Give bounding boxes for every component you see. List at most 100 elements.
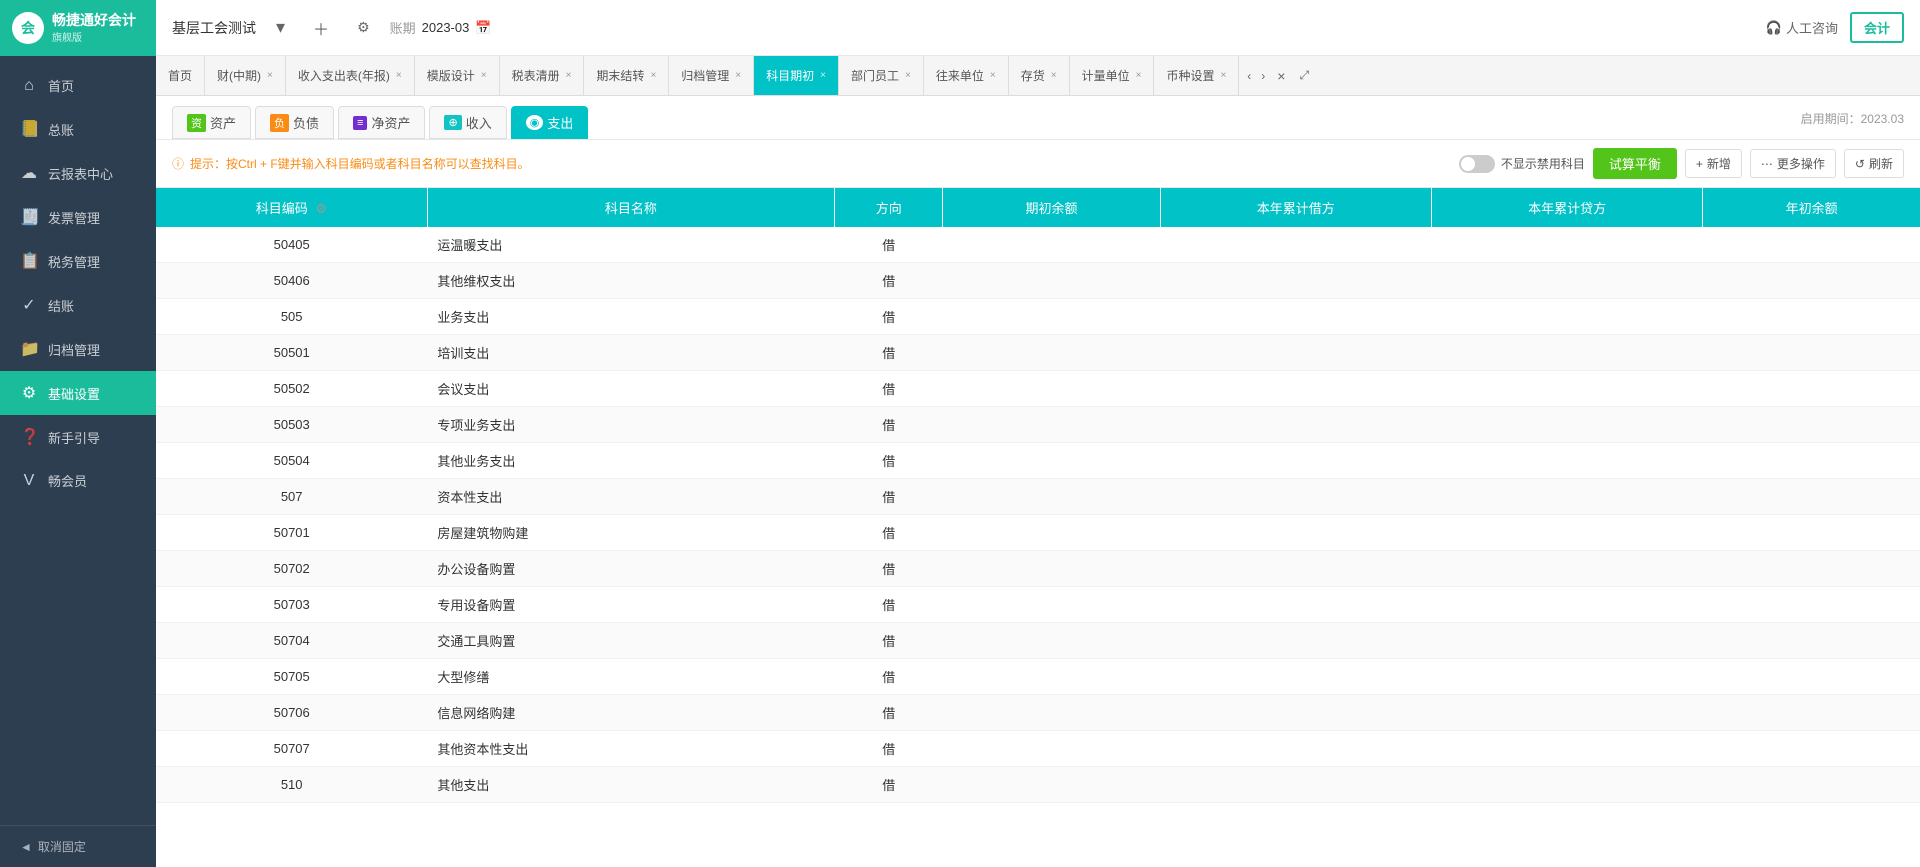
archive-icon: 📁 <box>20 339 38 359</box>
table-row[interactable]: 505 业务支出 借 <box>156 299 1920 335</box>
tab-annual[interactable]: 收入支出表(年报) × <box>286 56 415 96</box>
cell-credit-ytd <box>1431 515 1702 551</box>
tab-currency[interactable]: 币种设置 × <box>1154 56 1239 96</box>
tab-prev-button[interactable]: ‹ <box>1243 67 1255 85</box>
tab-currency-close[interactable]: × <box>1220 70 1226 81</box>
logo-name: 畅捷通好会计 <box>52 12 136 29</box>
cell-code: 50504 <box>156 443 427 479</box>
tab-period-end-close[interactable]: × <box>650 70 656 81</box>
table-row[interactable]: 50406 其他维权支出 借 <box>156 263 1920 299</box>
tab-template[interactable]: 模版设计 × <box>415 56 500 96</box>
table-row[interactable]: 50703 专用设备购置 借 <box>156 587 1920 623</box>
sidebar-item-ledger[interactable]: 📒 总账 <box>0 107 156 151</box>
sidebar-item-vip[interactable]: V 畅会员 <box>0 459 156 502</box>
topbar: 基层工会测试 ▾ ＋ ⚙ 账期 2023-03 📅 🎧 人工咨询 会计 <box>156 0 1920 56</box>
cell-debit-ytd <box>1160 263 1431 299</box>
tab-tax-close[interactable]: × <box>566 70 572 81</box>
column-settings-icon[interactable]: ⚙ <box>315 201 327 216</box>
tab-inventory-close[interactable]: × <box>1051 70 1057 81</box>
tab-subject-init[interactable]: 科目期初 × <box>754 56 839 96</box>
tab-unit[interactable]: 计量单位 × <box>1070 56 1155 96</box>
content-area: 资 资产 负 负债 ≡ 净资产 ⊕ 收入 ◉ 支出 <box>156 96 1920 867</box>
table-row[interactable]: 50501 培训支出 借 <box>156 335 1920 371</box>
tab-unit-close[interactable]: × <box>1136 70 1142 81</box>
table-row[interactable]: 50706 信息网络购建 借 <box>156 695 1920 731</box>
tab-expand-button[interactable]: ⤢ <box>1293 66 1315 85</box>
cancel-fixed-button[interactable]: ◄ 取消固定 <box>0 825 156 867</box>
subtab-net-asset[interactable]: ≡ 净资产 <box>338 106 425 139</box>
tab-archive-close[interactable]: × <box>735 70 741 81</box>
table-row[interactable]: 50705 大型修缮 借 <box>156 659 1920 695</box>
tab-midterm-close[interactable]: × <box>267 70 273 81</box>
liability-icon: 负 <box>270 114 289 132</box>
toggle-knob <box>1461 157 1475 171</box>
table-row[interactable]: 50503 专项业务支出 借 <box>156 407 1920 443</box>
cell-name: 其他资本性支出 <box>427 731 834 767</box>
cell-code: 50406 <box>156 263 427 299</box>
cell-balance <box>943 371 1160 407</box>
table-row[interactable]: 50707 其他资本性支出 借 <box>156 731 1920 767</box>
sidebar-item-close[interactable]: ✓ 结账 <box>0 283 156 327</box>
tab-customer[interactable]: 往来单位 × <box>924 56 1009 96</box>
calendar-icon[interactable]: 📅 <box>475 20 491 36</box>
table-row[interactable]: 50504 其他业务支出 借 <box>156 443 1920 479</box>
tab-customer-close[interactable]: × <box>990 70 996 81</box>
more-button[interactable]: ⋯ 更多操作 <box>1750 149 1836 178</box>
cell-name: 培训支出 <box>427 335 834 371</box>
subject-table: 科目编码 ⚙ 科目名称 方向 期初余额 本年累计借方 本年累计贷方 年初余额 5… <box>156 188 1920 803</box>
cell-credit-ytd <box>1431 695 1702 731</box>
subtab-income[interactable]: ⊕ 收入 <box>429 106 506 139</box>
subtab-liability[interactable]: 负 负债 <box>255 106 334 139</box>
table-row[interactable]: 510 其他支出 借 <box>156 767 1920 803</box>
sidebar-item-guide[interactable]: ❓ 新手引导 <box>0 415 156 459</box>
cell-debit-ytd <box>1160 767 1431 803</box>
refresh-button[interactable]: ↺ 刷新 <box>1844 149 1904 178</box>
balance-button[interactable]: 试算平衡 <box>1593 148 1677 179</box>
tab-dept[interactable]: 部门员工 × <box>839 56 924 96</box>
subtab-expense[interactable]: ◉ 支出 <box>511 106 589 139</box>
cell-balance <box>943 479 1160 515</box>
tab-archive[interactable]: 归档管理 × <box>669 56 754 96</box>
tab-period-end[interactable]: 期末结转 × <box>584 56 669 96</box>
sidebar-item-home[interactable]: ⌂ 首页 <box>0 64 156 107</box>
sidebar-item-archive[interactable]: 📁 归档管理 <box>0 327 156 371</box>
cell-annual-balance <box>1703 227 1920 263</box>
dropdown-arrow[interactable]: ▾ <box>268 13 293 42</box>
tab-tax[interactable]: 税表清册 × <box>500 56 585 96</box>
add-company-button[interactable]: ＋ <box>305 12 337 44</box>
add-button[interactable]: + 新增 <box>1685 149 1742 178</box>
account-button[interactable]: 会计 <box>1850 12 1904 43</box>
subtab-asset[interactable]: 资 资产 <box>172 106 251 139</box>
sidebar-item-settings[interactable]: ⚙ 基础设置 <box>0 371 156 415</box>
table-row[interactable]: 50702 办公设备购置 借 <box>156 551 1920 587</box>
tab-dept-close[interactable]: × <box>905 70 911 81</box>
table-row[interactable]: 50701 房屋建筑物购建 借 <box>156 515 1920 551</box>
tab-next-button[interactable]: › <box>1257 67 1269 85</box>
table-row[interactable]: 50704 交通工具购置 借 <box>156 623 1920 659</box>
settings-gear-button[interactable]: ⚙ <box>349 15 378 40</box>
cell-name: 交通工具购置 <box>427 623 834 659</box>
sidebar-item-tax[interactable]: 📋 税务管理 <box>0 239 156 283</box>
tab-annual-close[interactable]: × <box>396 70 402 81</box>
sidebar-item-invoice[interactable]: 🧾 发票管理 <box>0 195 156 239</box>
cell-annual-balance <box>1703 767 1920 803</box>
customer-service[interactable]: 🎧 人工咨询 <box>1766 18 1838 37</box>
table-row[interactable]: 50502 会议支出 借 <box>156 371 1920 407</box>
show-disabled-toggle[interactable] <box>1459 155 1495 173</box>
period-value: 2023-03 <box>422 20 470 35</box>
tab-midterm[interactable]: 财(中期) × <box>205 56 286 96</box>
table-row[interactable]: 507 资本性支出 借 <box>156 479 1920 515</box>
tab-inventory[interactable]: 存货 × <box>1009 56 1070 96</box>
cell-code: 50405 <box>156 227 427 263</box>
tab-home[interactable]: 首页 <box>156 56 205 96</box>
tab-close-all-button[interactable]: × <box>1271 66 1291 86</box>
sidebar-item-reports[interactable]: ☁ 云报表中心 <box>0 151 156 195</box>
tab-template-close[interactable]: × <box>481 70 487 81</box>
tip-text: 提示：按Ctrl + F键并输入科目编码或者科目名称可以查找科目。 <box>190 155 530 172</box>
tab-subject-init-close[interactable]: × <box>820 70 826 81</box>
cell-code: 510 <box>156 767 427 803</box>
table-row[interactable]: 50405 运温暖支出 借 <box>156 227 1920 263</box>
cell-direction: 借 <box>834 587 943 623</box>
tab-navigation: ‹ › × ⤢ <box>1239 66 1319 86</box>
sidebar-label-ledger: 总账 <box>48 120 74 139</box>
